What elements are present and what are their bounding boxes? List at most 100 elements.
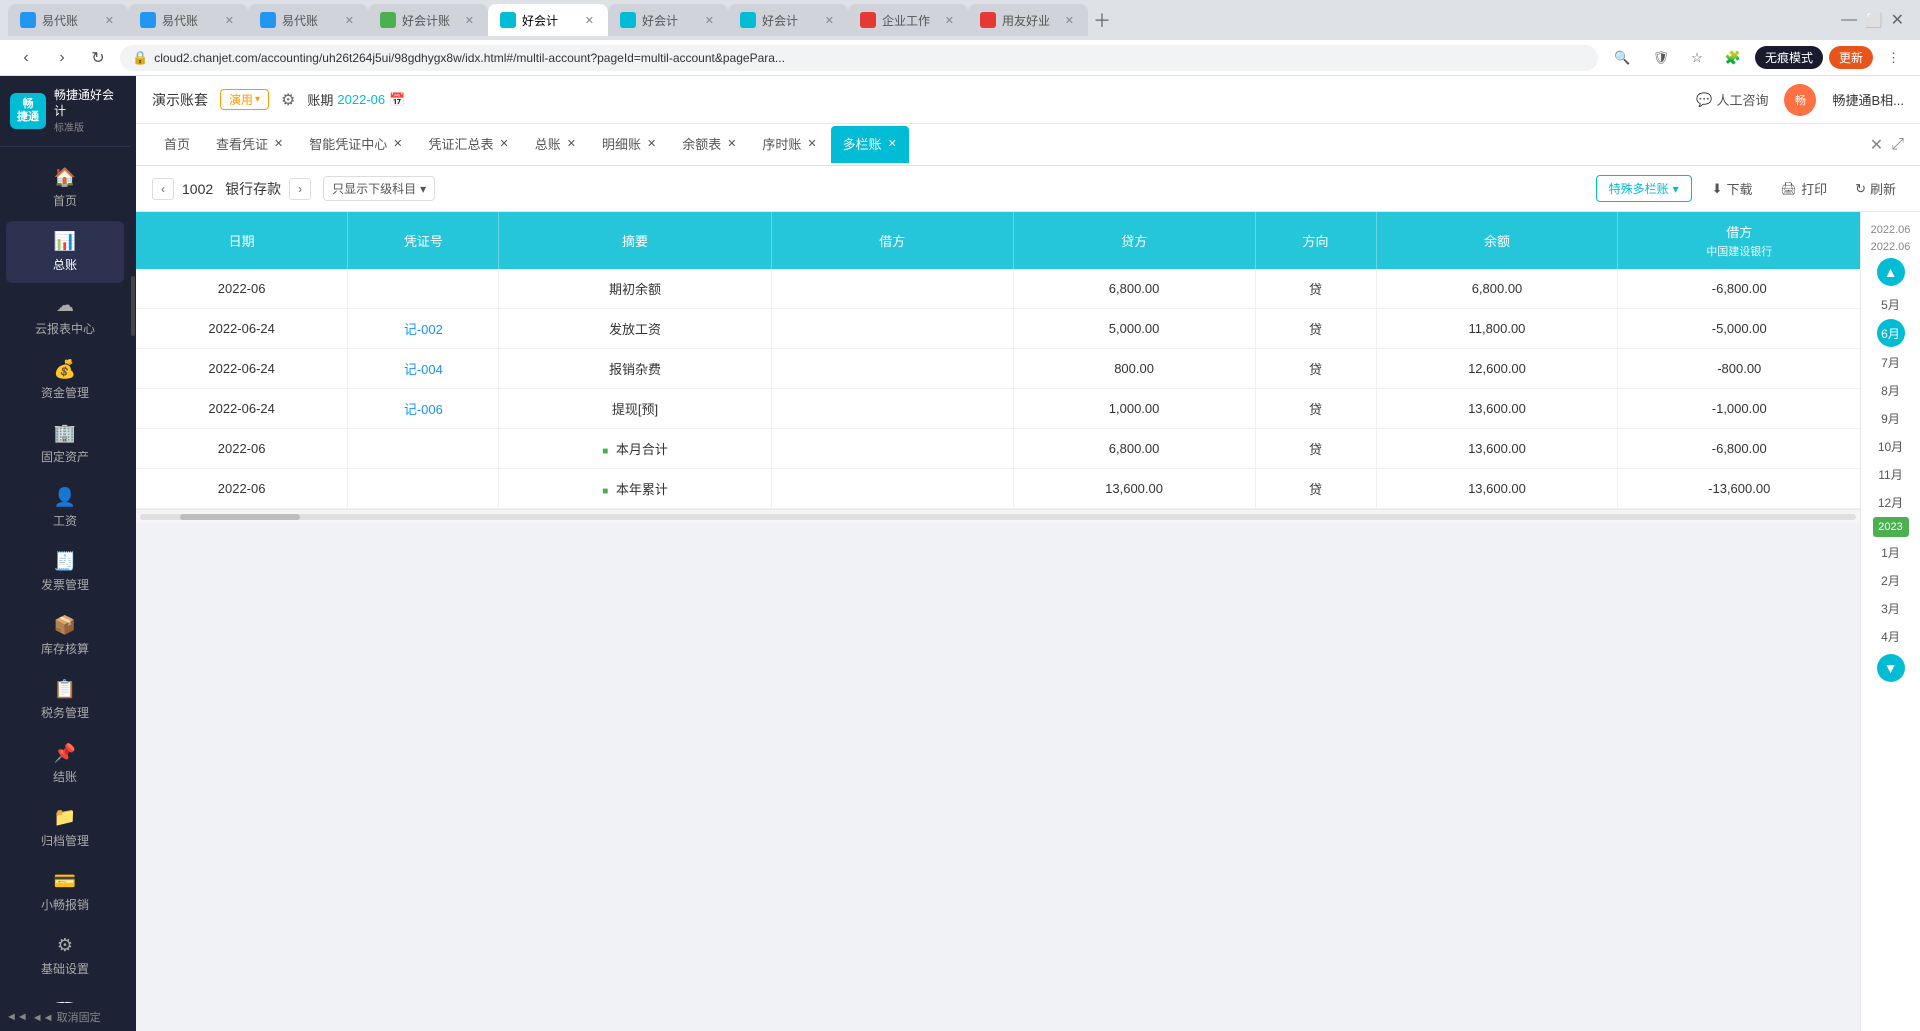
month-item-9[interactable]: 9月 — [1868, 405, 1914, 431]
month-item-feb[interactable]: 2月 — [1868, 567, 1914, 593]
sidebar-item-fund[interactable]: 💰 资金管理 — [6, 349, 124, 411]
tab-5-close[interactable]: ✕ — [583, 12, 596, 29]
prev-account-button[interactable]: ‹ — [152, 178, 174, 200]
month-item-mar[interactable]: 3月 — [1868, 595, 1914, 621]
tab-8-close[interactable]: ✕ — [943, 12, 956, 29]
tab-8[interactable]: 企业工作 ✕ — [848, 4, 968, 36]
update-button[interactable]: 更新 — [1829, 46, 1873, 69]
address-bar[interactable]: 🔒 cloud2.chanjet.com/accounting/uh26t264… — [120, 45, 1598, 71]
td-voucher-2[interactable]: 记-002 — [348, 309, 499, 349]
tab-1[interactable]: 易代账 ✕ — [8, 4, 128, 36]
minimize-icon[interactable]: — — [1841, 11, 1857, 29]
page-tab-sequence-close[interactable]: ✕ — [807, 137, 816, 150]
sidebar-item-close-account[interactable]: 📌 结账 — [6, 733, 124, 795]
tab-1-close[interactable]: ✕ — [103, 12, 116, 29]
page-tab-voucher-close[interactable]: ✕ — [274, 137, 283, 150]
download-button[interactable]: ⬇ 下载 — [1704, 175, 1761, 202]
scroll-up-button[interactable]: ▲ — [1877, 258, 1905, 286]
sidebar-item-settings[interactable]: ⚙ 基础设置 — [6, 925, 124, 987]
demo-badge[interactable]: 演用 ▾ — [220, 89, 269, 110]
filter-dropdown[interactable]: 只显示下级科目 ▾ — [323, 176, 435, 201]
sidebar-pin-button[interactable]: ◄◄ ◄◄ 取消固定 — [0, 1003, 130, 1031]
back-button[interactable]: ‹ — [12, 44, 40, 72]
page-tab-home[interactable]: 首页 — [152, 126, 202, 163]
sidebar-item-payroll[interactable]: 👤 工资 — [6, 477, 124, 539]
scroll-down-button[interactable]: ▼ — [1877, 654, 1905, 682]
page-tab-detail[interactable]: 明细账 ✕ — [590, 126, 668, 163]
voucher-link-2[interactable]: 记-002 — [404, 322, 443, 337]
month-item-11[interactable]: 11月 — [1868, 461, 1914, 487]
sidebar-item-expense[interactable]: 💳 小畅报销 — [6, 861, 124, 923]
close-icon[interactable]: ✕ — [1891, 10, 1904, 30]
month-item-apr[interactable]: 4月 — [1868, 623, 1914, 649]
tab-6[interactable]: 好会计 ✕ — [608, 4, 728, 36]
tab-2-close[interactable]: ✕ — [223, 12, 236, 29]
tab-7[interactable]: 好会计 ✕ — [728, 4, 848, 36]
special-ledger-button[interactable]: 特殊多栏账 ▾ — [1596, 175, 1692, 202]
month-item-jan[interactable]: 1月 — [1868, 539, 1914, 565]
month-item-6[interactable]: 6月 — [1877, 319, 1905, 347]
sidebar-item-tax[interactable]: 📋 税务管理 — [6, 669, 124, 731]
menu-icon[interactable]: ⋮ — [1879, 46, 1908, 70]
next-account-button[interactable]: › — [289, 178, 311, 200]
bookmark-icon[interactable]: ☆ — [1683, 46, 1711, 70]
page-tab-smart-close[interactable]: ✕ — [393, 137, 402, 150]
search-icon[interactable]: 🔍 — [1606, 46, 1638, 70]
maximize-icon[interactable]: ⬜ — [1865, 12, 1882, 29]
tab-7-close[interactable]: ✕ — [823, 12, 836, 29]
page-tab-detail-close[interactable]: ✕ — [647, 137, 656, 150]
tab-5[interactable]: 好会计 ✕ — [488, 4, 608, 36]
page-tab-multicolumn[interactable]: 多栏账 ✕ — [831, 126, 909, 163]
forward-button[interactable]: › — [48, 44, 76, 72]
print-button[interactable]: 🖨 打印 — [1773, 175, 1836, 202]
tab-9[interactable]: 用友好业 ✕ — [968, 4, 1088, 36]
topbar-settings-icon[interactable]: ⚙ — [281, 90, 295, 110]
page-tab-sequence[interactable]: 序时账 ✕ — [750, 126, 828, 163]
page-tab-multicolumn-close[interactable]: ✕ — [888, 137, 897, 150]
sidebar-item-home[interactable]: 🏠 首页 — [6, 157, 124, 219]
page-tab-smart[interactable]: 智能凭证中心 ✕ — [297, 126, 414, 163]
tab-3[interactable]: 易代账 ✕ — [248, 4, 368, 36]
month-item-10[interactable]: 10月 — [1868, 433, 1914, 459]
expand-icon[interactable]: ⤢ — [1891, 136, 1904, 154]
voucher-link-3[interactable]: 记-004 — [404, 362, 443, 377]
page-tab-general-close[interactable]: ✕ — [567, 137, 576, 150]
month-item-7[interactable]: 7月 — [1868, 349, 1914, 375]
page-tab-general[interactable]: 总账 ✕ — [523, 126, 588, 163]
tab-3-close[interactable]: ✕ — [343, 12, 356, 29]
month-item-12[interactable]: 12月 — [1868, 489, 1914, 515]
page-tab-voucher[interactable]: 查看凭证 ✕ — [204, 126, 295, 163]
sidebar-item-inventory[interactable]: 📦 库存核算 — [6, 605, 124, 667]
sidebar-item-archive[interactable]: 📁 归档管理 — [6, 797, 124, 859]
consult-button[interactable]: 💬 人工咨询 — [1696, 90, 1768, 109]
tab-6-close[interactable]: ✕ — [703, 12, 716, 29]
page-tab-summary[interactable]: 凭证汇总表 ✕ — [416, 126, 520, 163]
tab-2[interactable]: 易代账 ✕ — [128, 4, 248, 36]
month-item-5[interactable]: 5月 — [1868, 291, 1914, 317]
stealth-mode-badge[interactable]: 无痕模式 — [1755, 46, 1823, 69]
refresh-button[interactable]: ↻ — [84, 44, 112, 72]
page-tab-summary-close[interactable]: ✕ — [500, 137, 509, 150]
refresh-button[interactable]: ↻ 刷新 — [1847, 175, 1904, 202]
sidebar-item-guide[interactable]: 📖 新手引导 — [6, 989, 124, 1003]
tab-4[interactable]: 好会计账 ✕ — [368, 4, 488, 36]
tab-9-close[interactable]: ✕ — [1063, 12, 1076, 29]
collapse-icon[interactable]: ✕ — [1870, 135, 1883, 155]
tab-4-close[interactable]: ✕ — [463, 12, 476, 29]
td-voucher-3[interactable]: 记-004 — [348, 349, 499, 389]
user-avatar[interactable]: 畅 — [1784, 84, 1816, 116]
sidebar-item-cloud[interactable]: ☁ 云报表中心 — [6, 285, 124, 347]
shield-icon[interactable]: 🛡 — [1645, 46, 1678, 70]
sidebar-item-invoice[interactable]: 🧾 发票管理 — [6, 541, 124, 603]
extensions-icon[interactable]: 🧩 — [1717, 46, 1749, 70]
td-voucher-4[interactable]: 记-006 — [348, 389, 499, 429]
add-tab-button[interactable]: ＋ — [1088, 6, 1116, 34]
sidebar-item-assets[interactable]: 🏢 固定资产 — [6, 413, 124, 475]
voucher-link-4[interactable]: 记-006 — [404, 402, 443, 417]
horizontal-scrollbar[interactable] — [136, 509, 1860, 523]
month-item-8[interactable]: 8月 — [1868, 377, 1914, 403]
page-tab-balance[interactable]: 余额表 ✕ — [670, 126, 748, 163]
calendar-icon[interactable]: 📅 — [389, 92, 405, 108]
page-tab-balance-close[interactable]: ✕ — [727, 137, 736, 150]
sidebar-item-ledger[interactable]: 📊 总账 — [6, 221, 124, 283]
